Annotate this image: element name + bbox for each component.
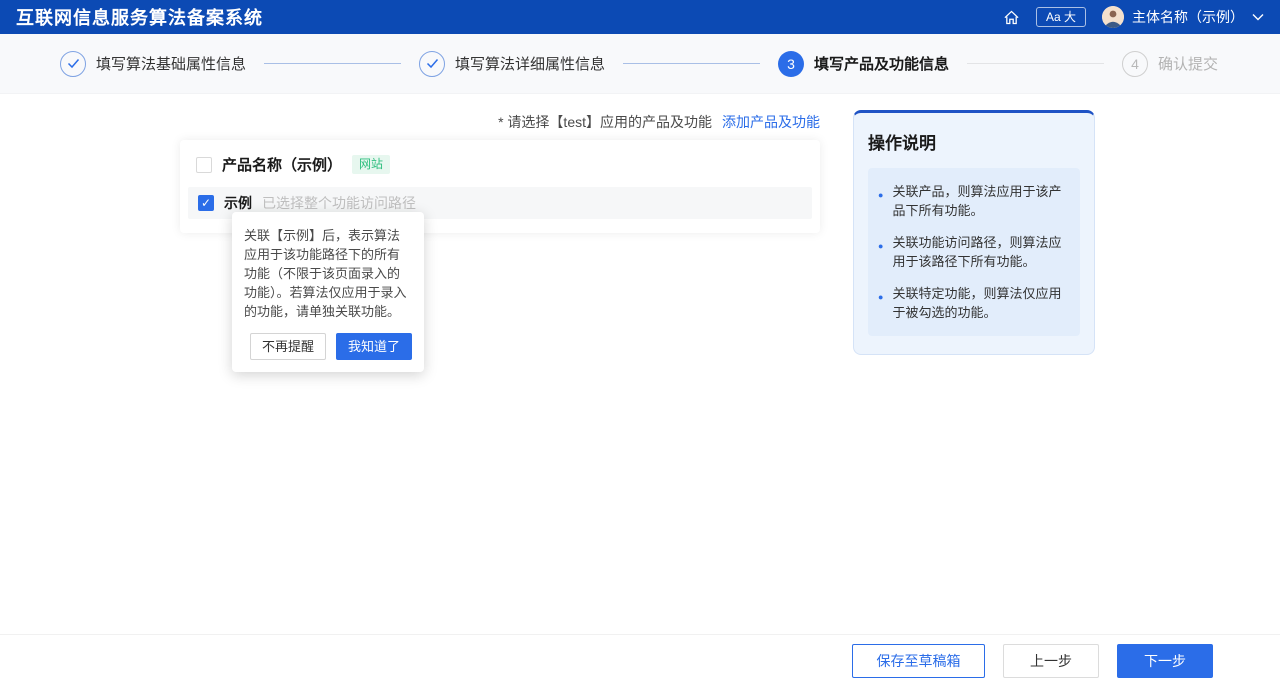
avatar: [1102, 6, 1124, 28]
step-connector: [623, 63, 760, 64]
bullet-icon: ●: [878, 190, 884, 200]
step-2-label: 填写算法详细属性信息: [455, 56, 606, 73]
step-1: 填写算法基础属性信息: [60, 50, 247, 77]
account-name: 主体名称（示例）: [1132, 9, 1244, 25]
step-1-check-icon: [60, 50, 86, 77]
header-right: Aa 大 主体名称（示例）: [1003, 6, 1264, 28]
select-hint: * 请选择【test】应用的产品及功能: [498, 114, 712, 130]
app-header: 互联网信息服务算法备案系统 Aa 大 主体名称（示例）: [0, 0, 1280, 34]
add-product-link[interactable]: 添加产品及功能: [722, 112, 820, 132]
step-1-label: 填写算法基础属性信息: [96, 56, 247, 73]
step-2: 填写算法详细属性信息: [419, 50, 606, 77]
bullet-icon: ●: [878, 292, 884, 302]
previous-step-button[interactable]: 上一步: [1003, 644, 1099, 678]
association-popover: 关联【示例】后，表示算法应用于该功能路径下的所有功能（不限于该页面录入的功能）。…: [232, 212, 424, 372]
product-name: 产品名称（示例）: [222, 157, 343, 174]
footer-bar: 保存至草稿箱 上一步 下一步: [0, 634, 1280, 687]
instruction-item: ● 关联功能访问路径，则算法应用于该路径下所有功能。: [878, 233, 1068, 271]
step-4-label: 确认提交: [1158, 56, 1219, 73]
instruction-item: ● 关联特定功能，则算法仅应用于被勾选的功能。: [878, 284, 1068, 322]
font-size-button[interactable]: Aa 大: [1035, 7, 1086, 27]
step-3: 3 填写产品及功能信息: [778, 50, 950, 77]
step-2-check-icon: [419, 50, 445, 77]
app-title: 互联网信息服务算法备案系统: [16, 8, 263, 28]
account-menu[interactable]: 主体名称（示例）: [1102, 6, 1264, 28]
save-draft-button[interactable]: 保存至草稿箱: [852, 644, 985, 678]
product-header: 产品名称（示例） 网站: [188, 154, 812, 187]
step-connector: [967, 63, 1104, 64]
confirm-button[interactable]: 我知道了: [335, 333, 412, 360]
dismiss-button[interactable]: 不再提醒: [249, 333, 326, 360]
popover-text: 关联【示例】后，表示算法应用于该功能路径下的所有功能（不限于该页面录入的功能）。…: [244, 228, 407, 319]
step-3-label: 填写产品及功能信息: [814, 56, 950, 73]
instructions-panel: 操作说明 ● 关联产品，则算法应用于该产品下所有功能。 ● 关联功能访问路径，则…: [853, 110, 1095, 355]
product-type-tag: 网站: [352, 154, 391, 175]
chevron-down-icon: [1252, 14, 1264, 21]
next-step-button[interactable]: 下一步: [1117, 644, 1213, 678]
hint-row: * 请选择【test】应用的产品及功能 添加产品及功能: [0, 112, 820, 132]
step-3-number: 3: [778, 50, 804, 77]
instructions-title: 操作说明: [868, 134, 936, 153]
stepper: 填写算法基础属性信息 填写算法详细属性信息 3 填写产品及功能信息 4 确认提交: [0, 34, 1280, 94]
home-icon[interactable]: [1003, 9, 1020, 26]
function-status: 已选择整个功能访问路径: [262, 195, 416, 211]
function-checkbox[interactable]: ✓: [198, 195, 214, 211]
instructions-box: ● 关联产品，则算法应用于该产品下所有功能。 ● 关联功能访问路径，则算法应用于…: [868, 168, 1080, 336]
step-4: 4 确认提交: [1122, 50, 1219, 77]
instruction-item: ● 关联产品，则算法应用于该产品下所有功能。: [878, 182, 1068, 220]
bullet-icon: ●: [878, 241, 884, 251]
step-4-number: 4: [1122, 50, 1148, 77]
instruction-text: 关联特定功能，则算法仅应用于被勾选的功能。: [892, 286, 1062, 320]
instruction-text: 关联功能访问路径，则算法应用于该路径下所有功能。: [892, 235, 1062, 269]
step-connector: [264, 63, 401, 64]
product-checkbox[interactable]: [196, 156, 212, 173]
instruction-text: 关联产品，则算法应用于该产品下所有功能。: [892, 184, 1062, 218]
main-content: * 请选择【test】应用的产品及功能 添加产品及功能 产品名称（示例） 网站 …: [0, 94, 1280, 634]
popover-actions: 不再提醒 我知道了: [244, 333, 412, 360]
function-name: 示例: [224, 195, 252, 211]
